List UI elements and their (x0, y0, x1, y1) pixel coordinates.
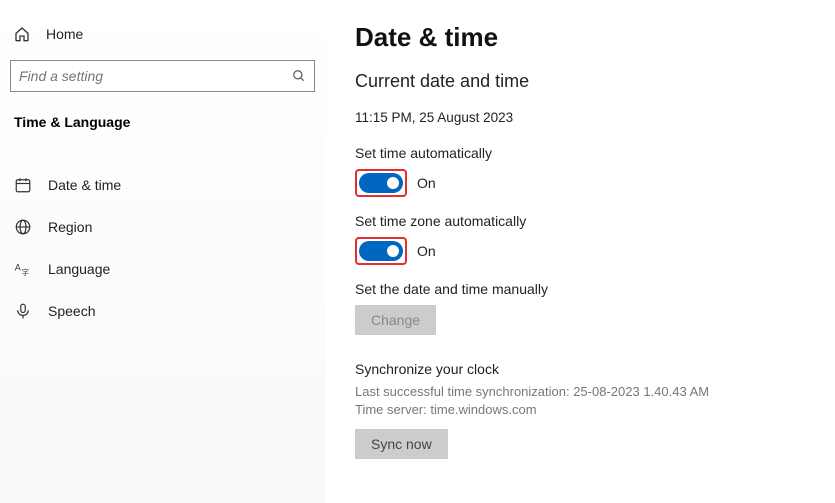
set-time-auto-label: Set time automatically (355, 145, 805, 161)
home-link[interactable]: Home (10, 24, 315, 60)
globe-icon (14, 218, 32, 236)
nav-region[interactable]: Region (10, 206, 315, 248)
current-datetime: 11:15 PM, 25 August 2023 (355, 110, 805, 125)
time-server-text: Time server: time.windows.com (355, 401, 805, 419)
page-subtitle: Current date and time (355, 71, 805, 92)
toggle-state: On (417, 175, 436, 191)
nav-speech[interactable]: Speech (10, 290, 315, 332)
change-button: Change (355, 305, 436, 335)
svg-text:字: 字 (22, 267, 30, 277)
highlight-box (355, 169, 407, 197)
sidebar: Home Time & Language Date & time Region … (0, 0, 325, 503)
toggle-state: On (417, 243, 436, 259)
search-input-container[interactable] (10, 60, 315, 92)
language-icon: A字 (14, 260, 32, 278)
last-sync-text: Last successful time synchronization: 25… (355, 383, 805, 401)
nav-label: Date & time (48, 177, 121, 193)
set-time-auto-toggle[interactable] (359, 173, 403, 193)
nav-label: Region (48, 219, 92, 235)
search-icon (292, 69, 306, 83)
search-input[interactable] (19, 68, 292, 84)
main-content: Date & time Current date and time 11:15 … (325, 0, 835, 503)
sync-info: Last successful time synchronization: 25… (355, 383, 805, 419)
set-tz-auto-label: Set time zone automatically (355, 213, 805, 229)
nav-language[interactable]: A字 Language (10, 248, 315, 290)
section-title: Time & Language (14, 114, 315, 130)
datetime-icon (14, 176, 32, 194)
highlight-box (355, 237, 407, 265)
home-icon (14, 26, 30, 42)
sync-now-button[interactable]: Sync now (355, 429, 448, 459)
sync-title: Synchronize your clock (355, 361, 805, 377)
svg-text:A: A (15, 263, 21, 273)
nav-date-time[interactable]: Date & time (10, 164, 315, 206)
mic-icon (14, 302, 32, 320)
set-tz-auto-row: On (355, 237, 805, 265)
page-title: Date & time (355, 22, 805, 53)
nav-label: Language (48, 261, 110, 277)
set-tz-auto-toggle[interactable] (359, 241, 403, 261)
home-label: Home (46, 26, 83, 42)
set-time-auto-row: On (355, 169, 805, 197)
nav-label: Speech (48, 303, 95, 319)
manual-label: Set the date and time manually (355, 281, 805, 297)
